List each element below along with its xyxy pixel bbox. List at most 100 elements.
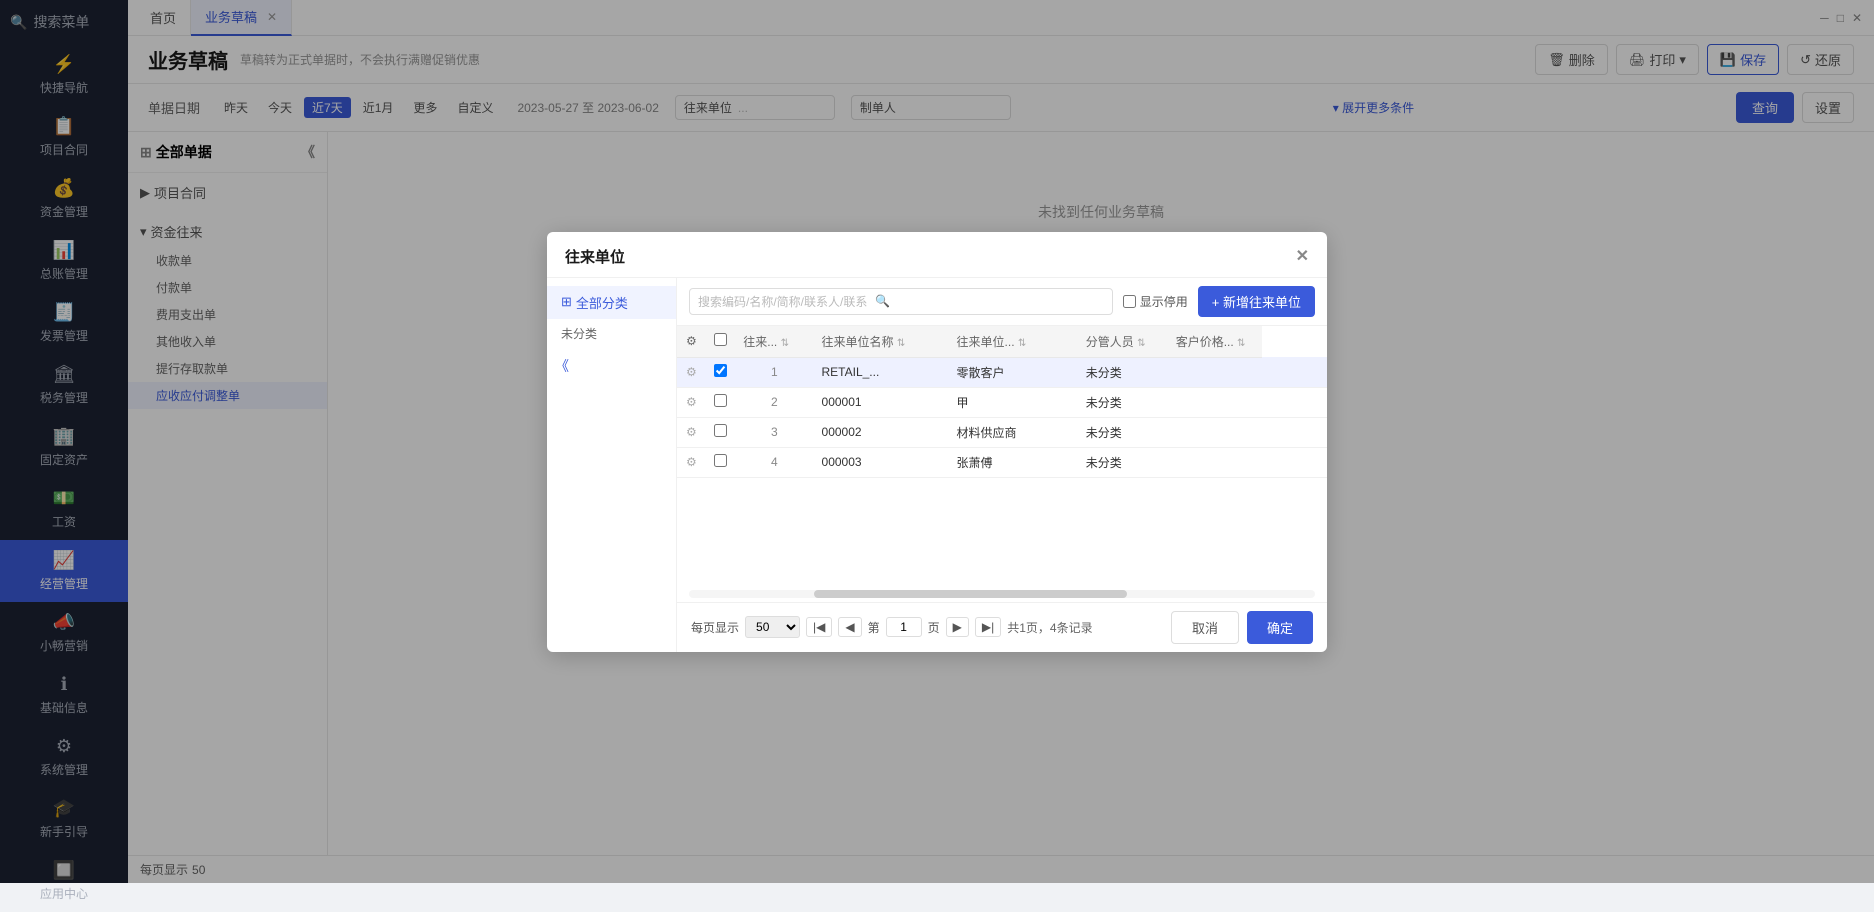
counterpart-dialog: 往来单位 ✕ ⊞ 全部分类 未分类 《 搜索编码/名称/简称/联系 (547, 232, 1327, 652)
scrollbar-thumb[interactable] (814, 590, 1127, 598)
table-row[interactable]: ⚙ 1 RETAIL_... 零散客户 未分类 (677, 357, 1327, 387)
dialog-body: ⊞ 全部分类 未分类 《 搜索编码/名称/简称/联系人/联系 🔍 (547, 278, 1327, 652)
table-row[interactable]: ⚙ 3 000002 材料供应商 未分类 (677, 417, 1327, 447)
th-name-label: 往来单位名称 (822, 335, 894, 349)
row-type: 未分类 (1078, 447, 1168, 477)
table-row[interactable]: ⚙ 4 000003 张萧傅 未分类 (677, 447, 1327, 477)
sort-price-icon[interactable]: ⇅ (1237, 338, 1245, 349)
th-person: 分管人员 ⇅ (1078, 326, 1168, 358)
show-disabled-label: 显示停用 (1140, 293, 1188, 310)
grid-small-icon: ⊞ (561, 294, 572, 310)
prev-page-btn[interactable]: ◀ (838, 617, 861, 637)
row-checkbox[interactable] (714, 454, 727, 467)
search-icon2: 🔍 (875, 294, 890, 308)
th-code-label: 往来... (743, 335, 777, 349)
th-price: 客户价格... ⇅ (1168, 326, 1262, 358)
th-gear: ⚙ (677, 326, 706, 358)
row-code: 000002 (814, 417, 949, 447)
first-page-btn[interactable]: |◀ (806, 617, 832, 637)
dialog-footer: 每页显示 50 100 200 |◀ ◀ 第 页 ▶ ▶| 共1页，4 (677, 602, 1327, 652)
row-checkbox[interactable] (714, 394, 727, 407)
sort-name-icon[interactable]: ⇅ (897, 338, 905, 349)
th-person-label: 分管人员 (1086, 335, 1134, 349)
th-price-label: 客户价格... (1176, 335, 1234, 349)
dialog-table: ⚙ 往来... ⇅ 往来单位名称 ⇅ (677, 326, 1327, 590)
dialog-sidebar: ⊞ 全部分类 未分类 《 (547, 278, 677, 652)
page-num-label: 第 (868, 619, 880, 636)
select-all-checkbox[interactable] (714, 333, 727, 346)
th-name: 往来单位名称 ⇅ (814, 326, 949, 358)
row-type: 未分类 (1078, 387, 1168, 417)
row-code: 000003 (814, 447, 949, 477)
row-num: 3 (735, 417, 813, 447)
dialog-toolbar: 搜索编码/名称/简称/联系人/联系 🔍 显示停用 + 新增往来单位 (677, 278, 1327, 326)
row-gear: ⚙ (677, 387, 706, 417)
row-name: 甲 (949, 387, 1078, 417)
table-row[interactable]: ⚙ 2 000001 甲 未分类 (677, 387, 1327, 417)
row-code: 000001 (814, 387, 949, 417)
th-code: 往来... ⇅ (735, 326, 813, 358)
dialog-sidebar-all[interactable]: ⊞ 全部分类 (547, 286, 676, 319)
row-gear: ⚙ (677, 447, 706, 477)
last-page-btn[interactable]: ▶| (975, 617, 1001, 637)
row-checkbox[interactable] (714, 424, 727, 437)
row-gear: ⚙ (677, 417, 706, 447)
th-type-label: 往来单位... (957, 335, 1015, 349)
row-name: 张萧傅 (949, 447, 1078, 477)
row-check[interactable] (706, 417, 736, 447)
row-checkbox[interactable] (714, 364, 727, 377)
row-check[interactable] (706, 357, 736, 387)
row-gear: ⚙ (677, 357, 706, 387)
search-box[interactable]: 搜索编码/名称/简称/联系人/联系 🔍 (689, 288, 1113, 315)
sidebar-item-apps-label: 应用中心 (40, 885, 88, 902)
show-disabled-check[interactable] (1123, 295, 1136, 308)
collapse-sidebar-btn[interactable]: 《 (547, 348, 676, 376)
row-person (1168, 357, 1262, 387)
table-header-row: ⚙ 往来... ⇅ 往来单位名称 ⇅ (677, 326, 1327, 358)
total-info: 共1页，4条记录 (1007, 619, 1092, 636)
sort-code-icon[interactable]: ⇅ (781, 338, 789, 349)
row-num: 4 (735, 447, 813, 477)
cancel-button[interactable]: 取消 (1171, 611, 1239, 644)
next-page-btn[interactable]: ▶ (946, 617, 969, 637)
page-word: 页 (928, 619, 940, 636)
dialog-sidebar-all-label: 全部分类 (576, 293, 628, 312)
page-size-select[interactable]: 50 100 200 (745, 616, 800, 638)
sort-type-icon[interactable]: ⇅ (1018, 338, 1026, 349)
partners-table: ⚙ 往来... ⇅ 往来单位名称 ⇅ (677, 326, 1327, 478)
search-placeholder: 搜索编码/名称/简称/联系人/联系 (698, 293, 867, 310)
row-check[interactable] (706, 447, 736, 477)
page-size-label: 每页显示 (691, 619, 739, 636)
row-price (1262, 387, 1327, 417)
row-person (1168, 417, 1262, 447)
dialog-sidebar-unclassified-label: 未分类 (561, 327, 597, 341)
horizontal-scrollbar[interactable] (689, 590, 1315, 598)
confirm-button[interactable]: 确定 (1247, 611, 1313, 644)
th-check (706, 326, 736, 358)
dialog-title: 往来单位 (565, 246, 625, 267)
pagination: 每页显示 50 100 200 |◀ ◀ 第 页 ▶ ▶| 共1页，4 (691, 616, 1093, 638)
row-price (1262, 357, 1327, 387)
dialog-content: 搜索编码/名称/简称/联系人/联系 🔍 显示停用 + 新增往来单位 ⚙ (677, 278, 1327, 652)
dialog-unclassified[interactable]: 未分类 (547, 319, 676, 348)
row-name: 零散客户 (949, 357, 1078, 387)
row-person (1168, 387, 1262, 417)
row-check[interactable] (706, 387, 736, 417)
dialog-close-btn[interactable]: ✕ (1296, 246, 1309, 266)
th-type: 往来单位... ⇅ (949, 326, 1078, 358)
dialog-actions: 取消 确定 (1171, 611, 1313, 644)
row-num: 1 (735, 357, 813, 387)
row-name: 材料供应商 (949, 417, 1078, 447)
dialog-overlay: 往来单位 ✕ ⊞ 全部分类 未分类 《 搜索编码/名称/简称/联系 (0, 0, 1874, 883)
table-body: ⚙ 1 RETAIL_... 零散客户 未分类 ⚙ 2 000001 甲 未分类… (677, 357, 1327, 477)
page-number-input[interactable] (886, 617, 922, 637)
row-num: 2 (735, 387, 813, 417)
row-type: 未分类 (1078, 357, 1168, 387)
sort-person-icon[interactable]: ⇅ (1137, 338, 1145, 349)
row-person (1168, 447, 1262, 477)
add-partner-button[interactable]: + 新增往来单位 (1198, 286, 1315, 317)
dialog-header: 往来单位 ✕ (547, 232, 1327, 278)
row-price (1262, 447, 1327, 477)
row-code: RETAIL_... (814, 357, 949, 387)
show-disabled-checkbox[interactable]: 显示停用 (1123, 293, 1188, 310)
